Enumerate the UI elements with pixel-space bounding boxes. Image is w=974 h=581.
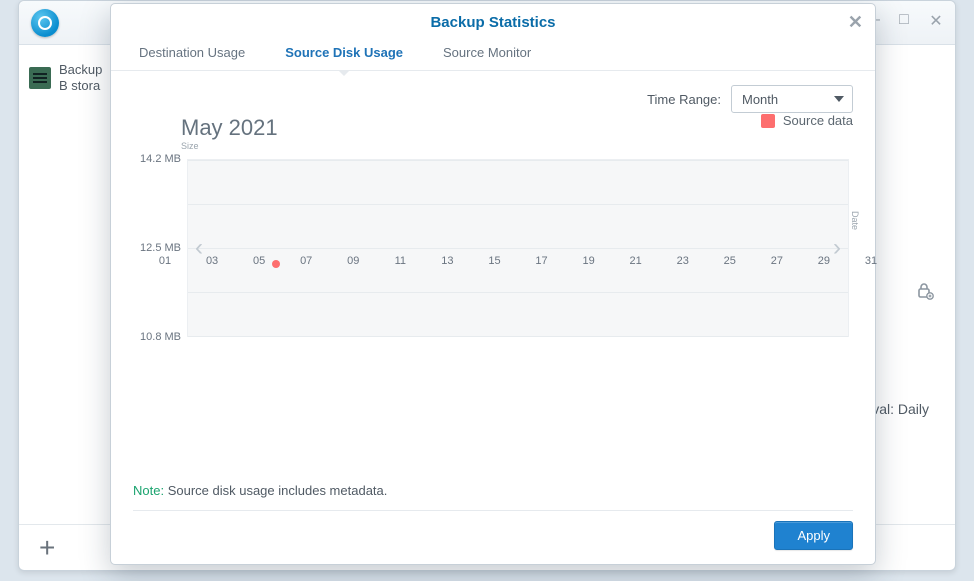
xtick: 11 <box>395 255 406 267</box>
note-key: Note: <box>133 483 164 498</box>
sidebar: Backup B stora <box>19 46 119 530</box>
apply-button[interactable]: Apply <box>774 521 853 550</box>
modal-title-text: Backup Statistics <box>430 14 555 31</box>
xtick: 15 <box>488 255 500 267</box>
tabs: Destination Usage Source Disk Usage Sour… <box>111 37 875 71</box>
legend: Source data <box>761 113 853 128</box>
lock-settings-icon[interactable] <box>915 281 935 306</box>
legend-swatch-icon <box>761 114 775 128</box>
chart-title: May 2021 <box>181 115 853 141</box>
y-axis: 14.2 MB 12.5 MB 10.8 MB <box>133 159 187 337</box>
xtick: 09 <box>347 255 359 267</box>
legend-label: Source data <box>783 113 853 128</box>
controls-row: Time Range: Month <box>133 85 853 113</box>
xtick: 17 <box>535 255 547 267</box>
xtick: 29 <box>818 255 830 267</box>
xtick: 13 <box>441 255 453 267</box>
server-icon <box>29 67 51 89</box>
xtick: 27 <box>771 255 783 267</box>
interval-text: val: Daily <box>872 401 929 417</box>
xtick: 25 <box>724 255 736 267</box>
xtick: 19 <box>582 255 594 267</box>
chart-area: 14.2 MB 12.5 MB 10.8 MB ‹ › Date <box>133 159 849 337</box>
xtick: 21 <box>630 255 642 267</box>
xtick: 03 <box>206 255 218 267</box>
chevron-down-icon <box>834 96 844 102</box>
x-axis-label: Date <box>850 211 860 230</box>
xtick: 01 <box>159 255 171 267</box>
sidebar-item-subtitle: B stora <box>59 78 102 94</box>
modal-title: Backup Statistics ✕ <box>111 4 875 37</box>
modal-close-button[interactable]: ✕ <box>848 12 863 33</box>
x-axis: 01030507091113151719212325272931 <box>165 255 871 271</box>
xtick: 05 <box>253 255 265 267</box>
maximize-button[interactable]: □ <box>895 11 913 31</box>
ytick: 14.2 MB <box>140 153 181 165</box>
time-range-label: Time Range: <box>647 92 721 107</box>
chart-subtitle: Size <box>181 141 853 151</box>
backup-statistics-modal: Backup Statistics ✕ Destination Usage So… <box>110 3 876 565</box>
note-line: Note: Source disk usage includes metadat… <box>133 479 853 511</box>
sidebar-item-backup[interactable]: Backup B stora <box>19 54 118 103</box>
tab-source-monitor[interactable]: Source Monitor <box>433 37 541 70</box>
tab-source-disk-usage[interactable]: Source Disk Usage <box>275 37 413 70</box>
sidebar-item-text: Backup B stora <box>59 62 102 95</box>
xtick: 31 <box>865 255 877 267</box>
modal-footer: Apply <box>111 511 875 564</box>
app-logo-icon <box>31 9 59 37</box>
tab-destination-usage[interactable]: Destination Usage <box>129 37 255 70</box>
note-text: Source disk usage includes metadata. <box>164 483 387 498</box>
ytick: 12.5 MB <box>140 242 181 254</box>
chart-plot: ‹ › Date <box>187 159 849 337</box>
close-button[interactable]: ✕ <box>927 11 945 31</box>
time-range-value: Month <box>742 92 778 107</box>
sidebar-item-title: Backup <box>59 62 102 78</box>
xtick: 23 <box>677 255 689 267</box>
xtick: 07 <box>300 255 312 267</box>
ytick: 10.8 MB <box>140 331 181 343</box>
add-button[interactable]: + <box>31 532 63 564</box>
modal-body: Time Range: Month May 2021 Size Source d… <box>111 71 875 511</box>
time-range-select[interactable]: Month <box>731 85 853 113</box>
